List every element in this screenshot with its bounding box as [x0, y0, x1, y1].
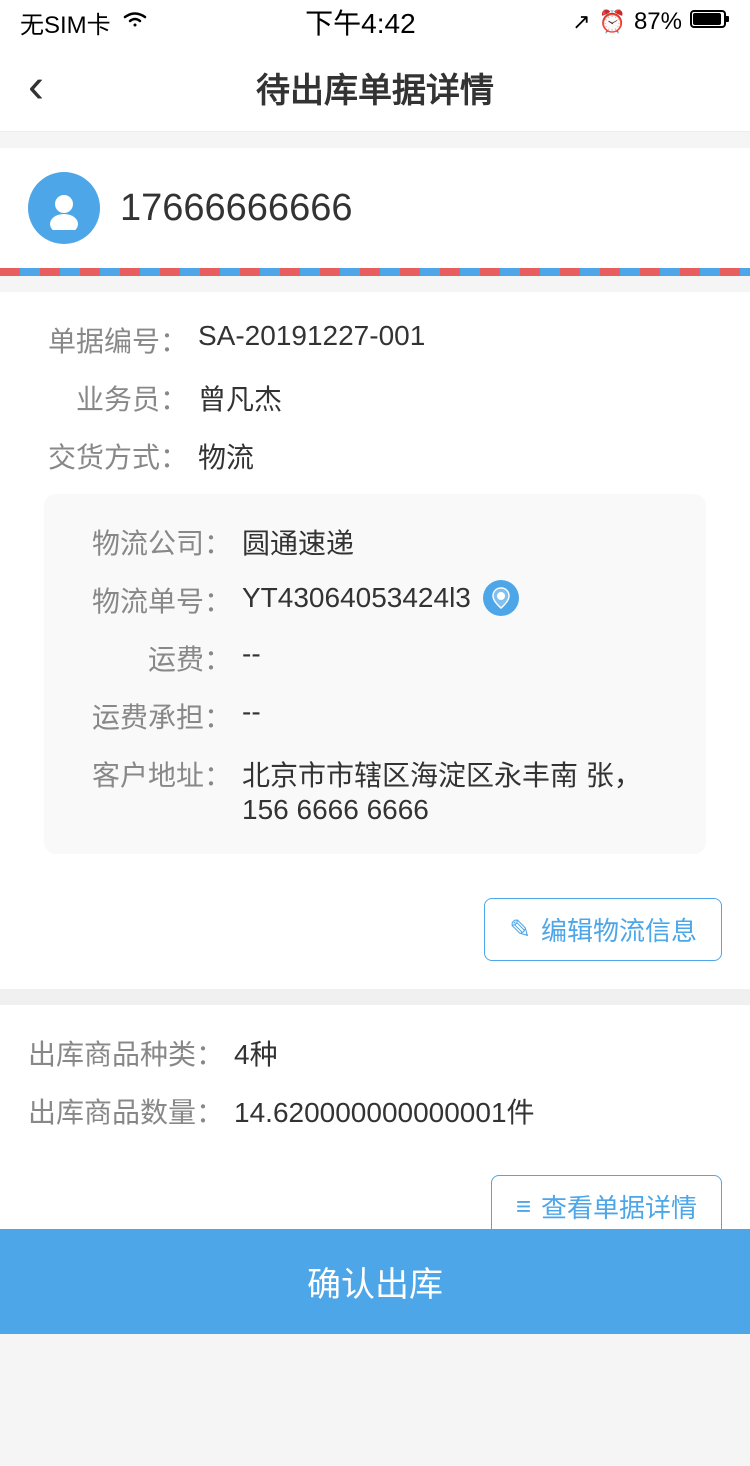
order-number-label: 单据编号： — [28, 320, 188, 360]
carrier-label: 无SIM卡 — [20, 5, 111, 40]
staff-value: 曾凡杰 — [198, 378, 722, 418]
dashed-divider — [0, 268, 750, 276]
freight-value: -- — [242, 638, 678, 670]
logistics-tracking-value: YT43064053424l3 — [242, 580, 678, 616]
delivery-label: 交货方式： — [28, 436, 188, 476]
freight-bear-value: -- — [242, 696, 678, 728]
goods-section: 出库商品种类： 4种 出库商品数量： 14.620000000000001件 — [0, 1005, 750, 1159]
goods-quantity-value: 14.620000000000001件 — [234, 1091, 722, 1131]
goods-type-row: 出库商品种类： 4种 — [28, 1033, 722, 1073]
logistics-tracking-label: 物流单号： — [72, 580, 232, 620]
avatar — [28, 172, 100, 244]
status-bar: 无SIM卡 下午4:42 ↗ ⏰ 87% — [0, 0, 750, 44]
order-number-row: 单据编号： SA-20191227-001 — [28, 320, 722, 360]
status-bar-left: 无SIM卡 — [20, 5, 149, 40]
user-header: 17666666666 — [0, 148, 750, 268]
map-pin-icon[interactable] — [483, 580, 519, 616]
edit-icon: ✎ — [509, 914, 531, 945]
edit-logistics-label: 编辑物流信息 — [541, 911, 697, 948]
goods-quantity-row: 出库商品数量： 14.620000000000001件 — [28, 1091, 722, 1131]
freight-label: 运费： — [72, 638, 232, 678]
confirm-button-label: 确认出库 — [0, 1257, 750, 1306]
logistics-company-row: 物流公司： 圆通速递 — [72, 522, 678, 562]
edit-logistics-button[interactable]: ✎ 编辑物流信息 — [484, 898, 722, 961]
status-time: 下午4:42 — [305, 2, 416, 42]
battery-label: 87% — [634, 8, 682, 36]
alarm-icon: ⏰ — [599, 9, 626, 35]
goods-quantity-label: 出库商品数量： — [28, 1091, 224, 1131]
nav-bar: ‹ 待出库单据详情 — [0, 44, 750, 132]
delivery-row: 交货方式： 物流 — [28, 436, 722, 476]
staff-label: 业务员： — [28, 378, 188, 418]
logistics-card: 物流公司： 圆通速递 物流单号： YT43064053424l3 运费： -- — [44, 494, 706, 854]
user-phone: 17666666666 — [120, 187, 352, 230]
confirm-button[interactable]: 确认出库 — [0, 1229, 750, 1334]
delivery-value: 物流 — [198, 436, 722, 476]
address-value: 北京市市辖区海淀区永丰南 张，156 6666 6666 — [242, 754, 678, 826]
logistics-tracking-row: 物流单号： YT43064053424l3 — [72, 580, 678, 620]
order-info-section: 单据编号： SA-20191227-001 业务员： 曾凡杰 交货方式： 物流 … — [0, 292, 750, 882]
logistics-company-label: 物流公司： — [72, 522, 232, 562]
goods-type-label: 出库商品种类： — [28, 1033, 224, 1073]
address-row: 客户地址： 北京市市辖区海淀区永丰南 张，156 6666 6666 — [72, 754, 678, 826]
status-bar-right: ↗ ⏰ 87% — [572, 8, 730, 36]
freight-bear-row: 运费承担： -- — [72, 696, 678, 736]
staff-row: 业务员： 曾凡杰 — [28, 378, 722, 418]
address-label: 客户地址： — [72, 754, 232, 794]
goods-type-value: 4种 — [234, 1033, 722, 1073]
edit-logistics-area: ✎ 编辑物流信息 — [0, 882, 750, 989]
view-detail-label: 查看单据详情 — [541, 1188, 697, 1225]
page-title: 待出库单据详情 — [256, 63, 494, 112]
back-icon: ‹ — [28, 60, 44, 113]
logistics-company-value: 圆通速递 — [242, 522, 678, 562]
freight-row: 运费： -- — [72, 638, 678, 678]
order-number-value: SA-20191227-001 — [198, 320, 722, 352]
back-button[interactable]: ‹ — [28, 63, 44, 112]
location-status-icon: ↗ — [572, 9, 590, 35]
wifi-icon — [121, 8, 149, 36]
battery-icon — [690, 8, 730, 36]
list-icon: ≡ — [516, 1191, 531, 1222]
freight-bear-label: 运费承担： — [72, 696, 232, 736]
section-separator-1 — [0, 989, 750, 1005]
